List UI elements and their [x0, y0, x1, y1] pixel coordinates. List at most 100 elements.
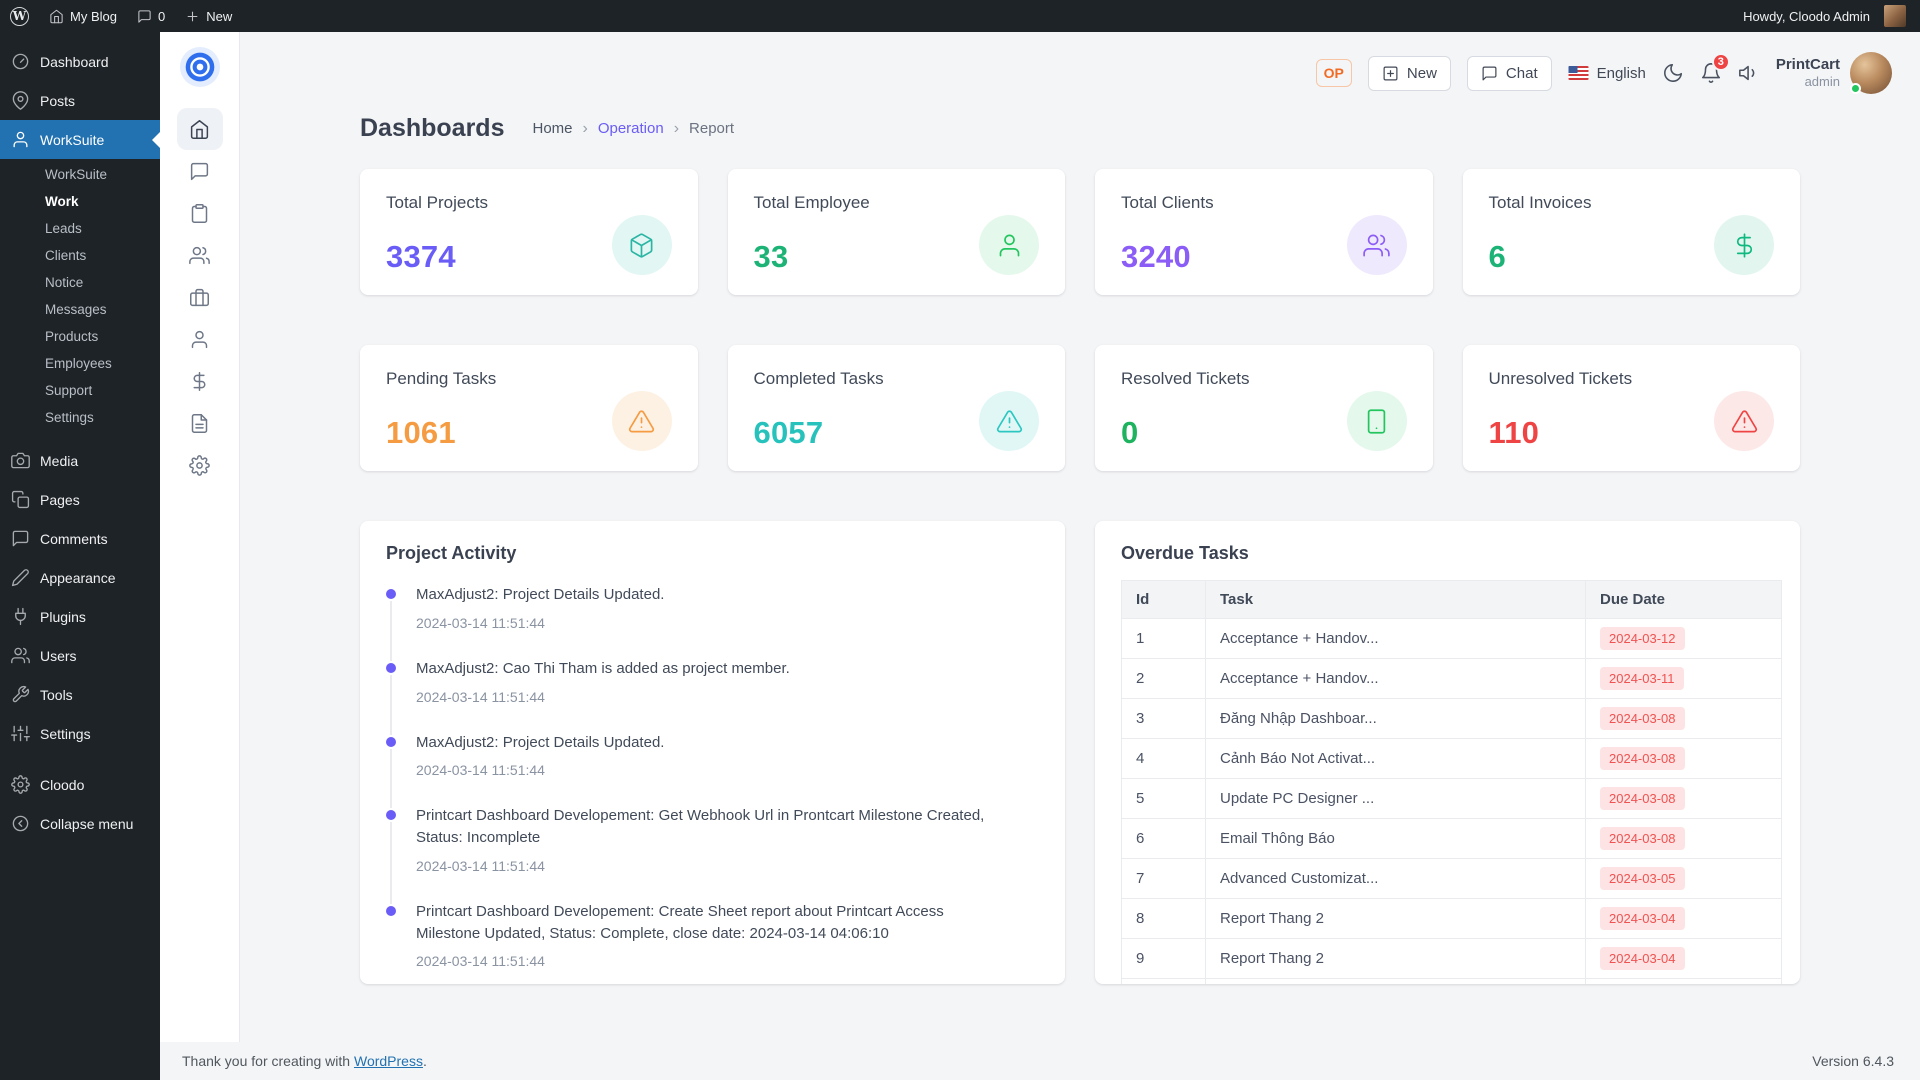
wordpress-link[interactable]: WordPress [354, 1053, 423, 1069]
howdy-label: Howdy, Cloodo Admin [1743, 8, 1870, 24]
admin-bar-new-button[interactable]: New [185, 0, 232, 32]
submenu-item-support[interactable]: Support [0, 377, 160, 404]
sidebar-item-appearance[interactable]: Appearance [0, 558, 160, 597]
table-row: 10Report Thang 22024-03-04 [1121, 978, 1782, 984]
admin-bar-comments[interactable]: 0 [137, 0, 165, 32]
sidebar-item-plugins[interactable]: Plugins [0, 597, 160, 636]
new-label: New [206, 8, 233, 24]
sidebar-item-dashboard[interactable]: Dashboard [0, 42, 160, 81]
new-button[interactable]: New [1367, 55, 1451, 91]
stat-label: Total Invoices [1488, 193, 1592, 212]
submenu-item-leads[interactable]: Leads [0, 215, 160, 242]
person-icon [189, 329, 210, 350]
worksuite-submenu: WorkSuite Work Leads Clients Notice Mess… [0, 159, 160, 441]
table-header-row: Id Task Due Date [1121, 580, 1782, 619]
cell-due: 2024-03-08 [1585, 778, 1782, 819]
rail-chat-button[interactable] [177, 150, 223, 192]
sidebar-item-pages[interactable]: Pages [0, 480, 160, 519]
worksuite-app: OP New Chat English 3 PrintCart admin Da… [160, 32, 1920, 1042]
submenu-item-work[interactable]: Work [0, 188, 160, 215]
activity-timestamp: 2024-03-14 11:51:44 [416, 614, 545, 631]
overdue-tasks-scroll[interactable]: Id Task Due Date 1 Acceptance + Handov...… [1095, 580, 1800, 984]
cube-icon [611, 215, 672, 275]
wp-footer: Thank you for creating with WordPress. V… [160, 1042, 1920, 1080]
rail-reports-button[interactable] [177, 402, 223, 444]
comment-bubble-icon [11, 529, 30, 548]
account-menu[interactable]: PrintCart admin [1776, 52, 1892, 94]
stat-card-pending-tasks: Pending Tasks 1061 [360, 345, 698, 471]
submenu-item-products[interactable]: Products [0, 323, 160, 350]
rail-projects-button[interactable] [177, 276, 223, 318]
sidebar-item-posts[interactable]: Posts [0, 81, 160, 120]
sidebar-item-label: Posts [40, 92, 76, 109]
project-activity-list[interactable]: MaxAdjust2: Project Details Updated. 202… [360, 580, 1065, 984]
submenu-item-worksuite[interactable]: WorkSuite [0, 161, 160, 188]
footer-period: . [422, 1053, 427, 1069]
sidebar-item-tools[interactable]: Tools [0, 675, 160, 714]
activity-item: Printcart Dashboard Developement: Create… [386, 901, 1045, 984]
due-date-badge: 2024-03-08 [1600, 747, 1685, 770]
rail-team-button[interactable] [177, 234, 223, 276]
wordpress-logo-button[interactable]: W [10, 0, 29, 32]
cell-due: 2024-03-04 [1585, 938, 1782, 979]
table-row: 3 Đăng Nhập Dashboar... 2024-03-08 [1121, 698, 1782, 739]
submenu-item-messages[interactable]: Messages [0, 296, 160, 323]
users-icon [1346, 215, 1407, 275]
dark-mode-moon-icon[interactable] [1662, 62, 1684, 84]
stat-label: Completed Tasks [753, 369, 884, 388]
sidebar-collapse-menu[interactable]: Collapse menu [0, 804, 160, 843]
sidebar-item-comments[interactable]: Comments [0, 519, 160, 558]
activity-dot-icon [386, 810, 396, 821]
sidebar-item-label: Media [40, 452, 79, 469]
stat-value: 6057 [753, 415, 824, 450]
submenu-item-employees[interactable]: Employees [0, 350, 160, 377]
due-date-badge: 2024-03-08 [1600, 787, 1685, 810]
cell-due: 2024-03-04 [1585, 978, 1782, 984]
due-date-badge: 2024-03-11 [1600, 667, 1684, 690]
activity-text: MaxAdjust2: Cao Thi Tham is added as pro… [416, 659, 790, 677]
overdue-tasks-table: Id Task Due Date 1 Acceptance + Handov...… [1121, 580, 1782, 984]
chat-bubble-icon [189, 161, 210, 182]
app-logo[interactable] [179, 46, 221, 88]
submenu-item-settings[interactable]: Settings [0, 404, 160, 431]
sidebar-item-media[interactable]: Media [0, 441, 160, 480]
sidebar-item-label: Tools [40, 686, 73, 703]
wp-sidebar: Dashboard Posts WorkSuite WorkSuite Work… [0, 32, 160, 1080]
rail-clients-button[interactable] [177, 318, 223, 360]
cell-task: Acceptance + Handov... [1205, 658, 1586, 699]
sidebar-item-cloodo[interactable]: Cloodo [0, 765, 160, 804]
sidebar-item-users[interactable]: Users [0, 636, 160, 675]
rail-finance-button[interactable] [177, 360, 223, 402]
due-date-badge: 2024-03-08 [1600, 827, 1685, 850]
cell-task: Acceptance + Handov... [1205, 618, 1586, 659]
rail-tasks-button[interactable] [177, 192, 223, 234]
sidebar-item-label: Users [40, 647, 77, 664]
admin-bar-account[interactable]: Howdy, Cloodo Admin [1743, 0, 1906, 32]
notifications-button[interactable]: 3 [1700, 53, 1730, 84]
home-icon [189, 119, 210, 140]
cell-task: Report Thang 2 [1205, 898, 1586, 939]
rail-home-button[interactable] [176, 108, 223, 150]
submenu-item-clients[interactable]: Clients [0, 242, 160, 269]
us-flag-icon [1568, 66, 1589, 80]
sidebar-item-worksuite[interactable]: WorkSuite [0, 120, 160, 159]
rail-settings-button[interactable] [177, 444, 223, 486]
submenu-item-notice[interactable]: Notice [0, 269, 160, 296]
stat-value: 110 [1488, 415, 1540, 450]
stat-label: Total Clients [1121, 193, 1214, 212]
megaphone-icon[interactable] [1738, 62, 1760, 84]
wrench-icon [11, 685, 30, 704]
user-avatar[interactable] [1850, 52, 1892, 94]
chat-button[interactable]: Chat [1466, 55, 1552, 91]
comments-count: 0 [157, 8, 166, 24]
main-area: OP New Chat English 3 PrintCart admin Da… [240, 32, 1920, 1042]
breadcrumb-operation[interactable]: Operation [573, 120, 664, 138]
language-selector[interactable]: English [1568, 65, 1646, 82]
users-icon [189, 245, 210, 266]
pushpin-icon [11, 91, 30, 110]
activity-timestamp: 2024-03-14 11:51:44 [416, 953, 545, 970]
breadcrumb-home[interactable]: Home [532, 120, 572, 137]
admin-bar-site-name[interactable]: My Blog [49, 0, 117, 32]
op-logo-badge[interactable]: OP [1315, 59, 1352, 87]
sidebar-item-settings[interactable]: Settings [0, 714, 160, 753]
